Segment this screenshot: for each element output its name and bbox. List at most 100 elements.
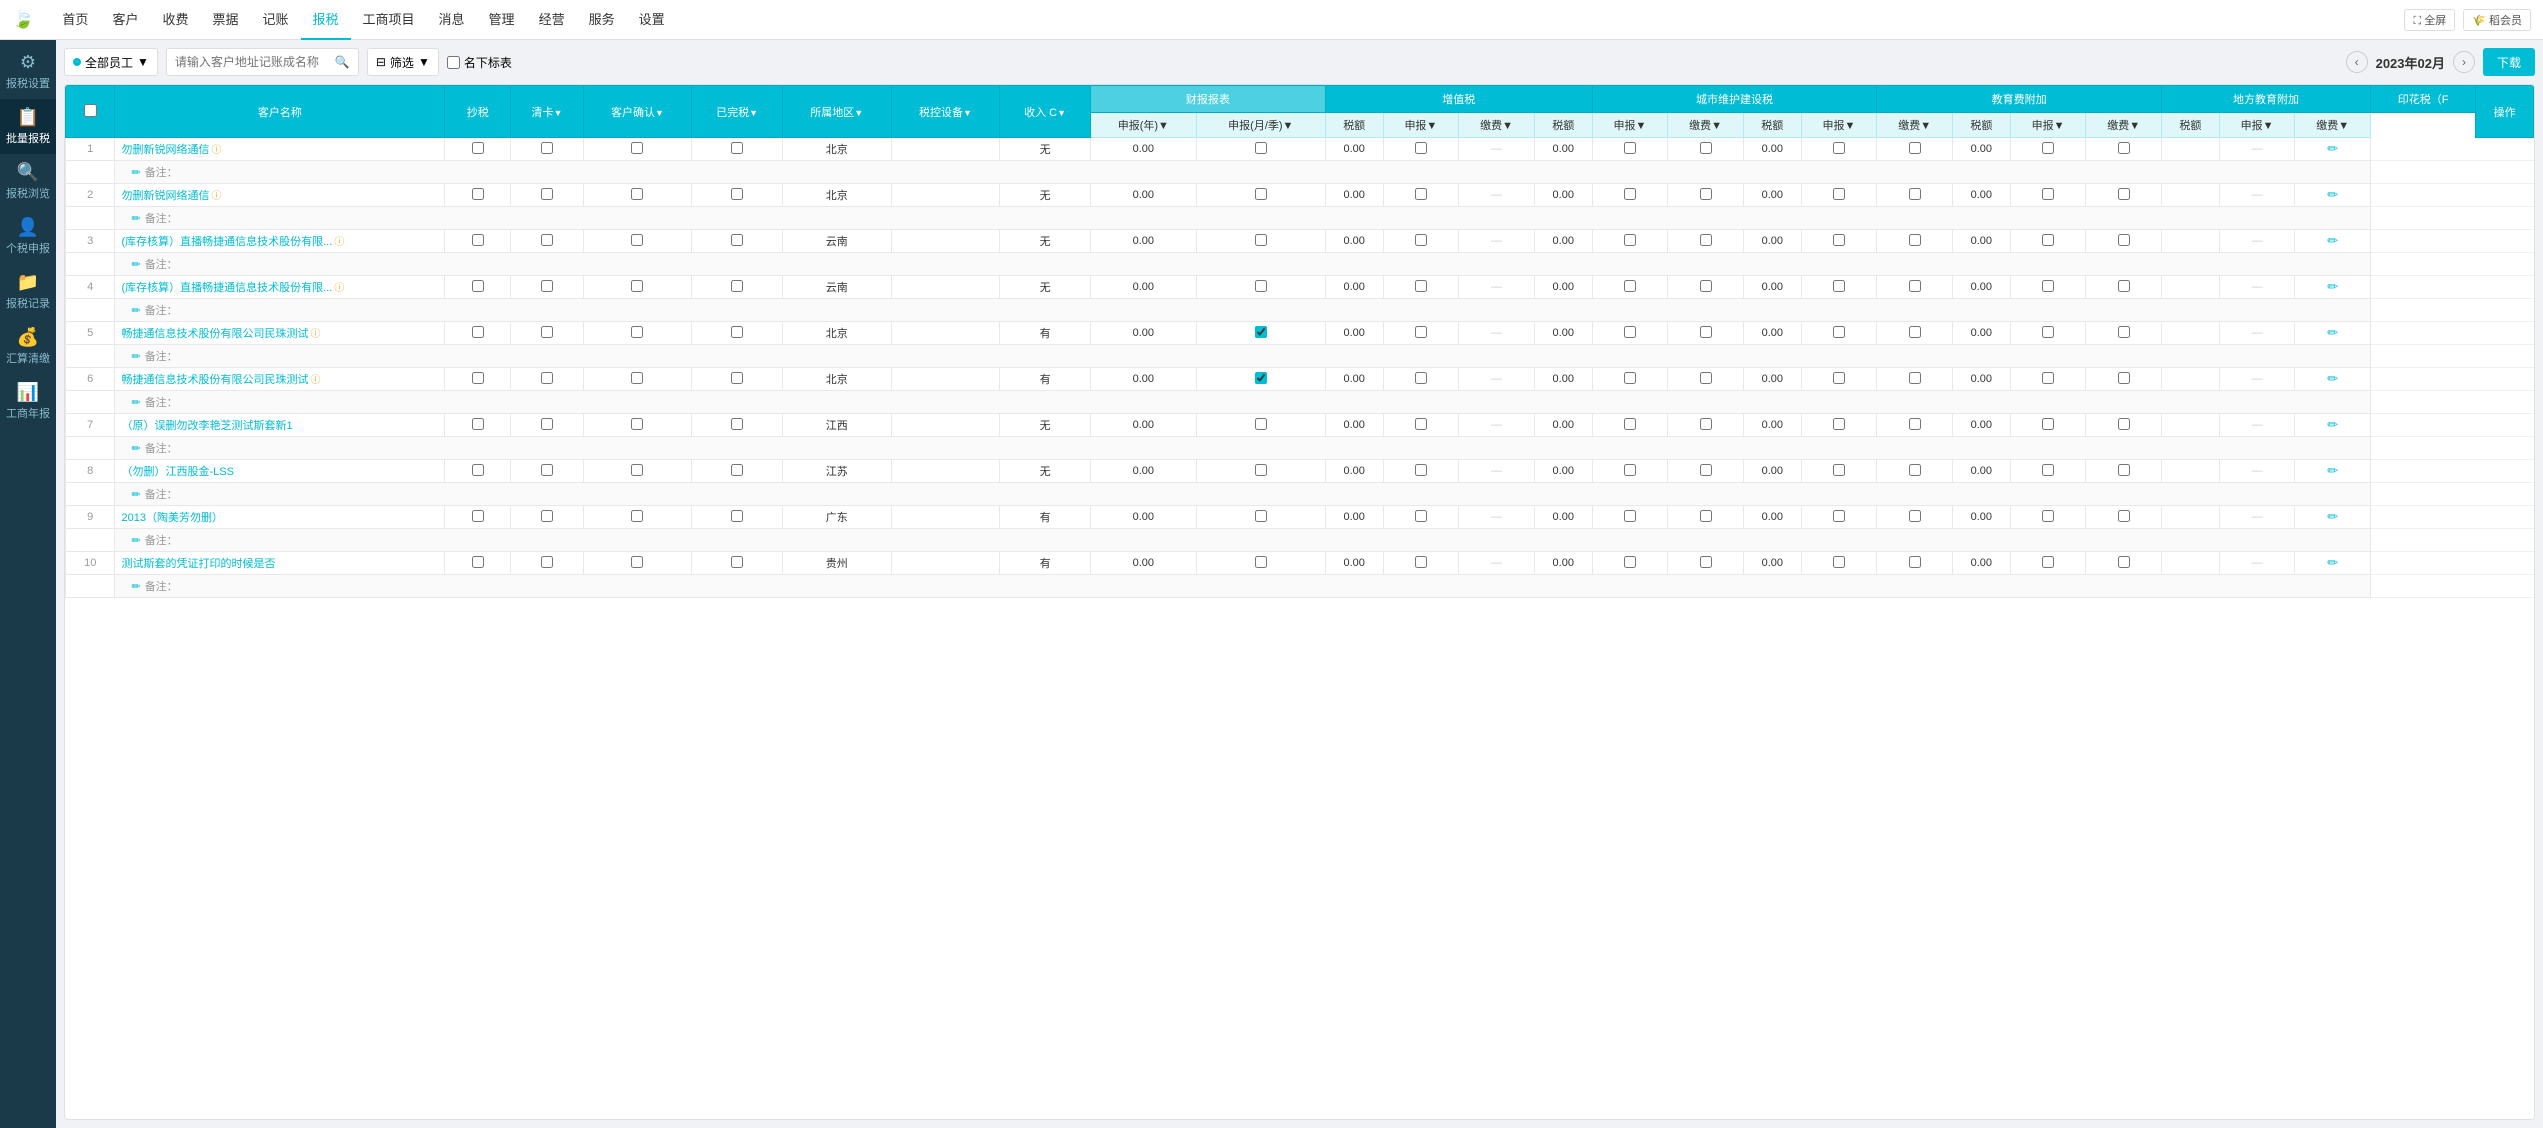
col-sub-stamp-pay[interactable]: 缴费▼	[2295, 113, 2371, 138]
operation-cell[interactable]: ✏	[2295, 276, 2371, 299]
confirm-cell[interactable]	[583, 230, 692, 253]
copy-tax-cell[interactable]	[445, 138, 511, 161]
operation-cell[interactable]: ✏	[2295, 552, 2371, 575]
city-declare-cell[interactable]	[1592, 138, 1668, 161]
col-sub-monthly[interactable]: 申报(月/季)▼	[1196, 113, 1325, 138]
nav-messages[interactable]: 消息	[427, 0, 477, 40]
edu-pay-cell[interactable]	[1877, 460, 1953, 483]
city-pay-cell[interactable]	[1668, 322, 1744, 345]
cbi-checkbox-cell[interactable]	[1196, 276, 1325, 299]
clear-card-cell[interactable]	[511, 368, 583, 391]
col-sub-vat-pay[interactable]: 缴费▼	[1459, 113, 1535, 138]
note-pencil-icon[interactable]: ✏	[131, 351, 140, 363]
nav-settings[interactable]: 设置	[627, 0, 677, 40]
copy-tax-cell[interactable]	[445, 184, 511, 207]
city-declare-cell[interactable]	[1592, 322, 1668, 345]
copy-tax-cell[interactable]	[445, 460, 511, 483]
sidebar-item-tax-browse[interactable]: 🔍 报税浏览	[0, 154, 56, 209]
confirm-cell[interactable]	[583, 460, 692, 483]
operation-cell[interactable]: ✏	[2295, 138, 2371, 161]
clear-card-cell[interactable]	[511, 322, 583, 345]
download-button[interactable]: 下载	[2483, 48, 2535, 76]
cbi-checkbox-cell[interactable]	[1196, 506, 1325, 529]
confirm-cell[interactable]	[583, 322, 692, 345]
prev-month-button[interactable]: ‹	[2346, 51, 2368, 73]
city-declare-cell[interactable]	[1592, 460, 1668, 483]
nav-management[interactable]: 管理	[477, 0, 527, 40]
local-declare-cell[interactable]	[2010, 368, 2086, 391]
clear-card-cell[interactable]	[511, 276, 583, 299]
copy-tax-cell[interactable]	[445, 368, 511, 391]
local-declare-cell[interactable]	[2010, 506, 2086, 529]
confirm-cell[interactable]	[583, 414, 692, 437]
sidebar-item-personal-tax[interactable]: 👤 个税申报	[0, 209, 56, 264]
note-pencil-icon[interactable]: ✏	[131, 443, 140, 455]
note-pencil-icon[interactable]: ✏	[131, 397, 140, 409]
sidebar-item-annual-report[interactable]: 📊 工商年报	[0, 374, 56, 429]
local-declare-cell[interactable]	[2010, 230, 2086, 253]
local-declare-cell[interactable]	[2010, 460, 2086, 483]
col-header-paid[interactable]: 已完税▼	[692, 86, 783, 138]
vat-declare-cell[interactable]	[1383, 322, 1459, 345]
edit-icon[interactable]: ✏	[2327, 417, 2338, 432]
paid-cell[interactable]	[692, 368, 783, 391]
client-name-cell[interactable]: 勿删新锐网络通信ⓘ	[115, 138, 445, 161]
client-name-cell[interactable]: 畅捷通信息技术股份有限公司民珠测试ⓘ	[115, 322, 445, 345]
marked-checkbox-label[interactable]: 名下标表	[447, 54, 512, 71]
city-pay-cell[interactable]	[1668, 414, 1744, 437]
edit-icon[interactable]: ✏	[2327, 509, 2338, 524]
note-pencil-icon[interactable]: ✏	[131, 535, 140, 547]
edu-declare-cell[interactable]	[1801, 368, 1877, 391]
sidebar-item-tax-settings[interactable]: ⚙ 报税设置	[0, 44, 56, 99]
vat-declare-cell[interactable]	[1383, 138, 1459, 161]
edit-icon[interactable]: ✏	[2327, 325, 2338, 340]
vat-declare-cell[interactable]	[1383, 552, 1459, 575]
client-name-cell[interactable]: （勿删）江西股金-LSS	[115, 460, 445, 483]
vat-declare-cell[interactable]	[1383, 184, 1459, 207]
clear-card-cell[interactable]	[511, 230, 583, 253]
edu-pay-cell[interactable]	[1877, 230, 1953, 253]
local-pay-cell[interactable]	[2086, 276, 2162, 299]
confirm-cell[interactable]	[583, 184, 692, 207]
nav-invoices[interactable]: 票据	[200, 0, 250, 40]
col-sub-local-pay[interactable]: 缴费▼	[2086, 113, 2162, 138]
paid-cell[interactable]	[692, 552, 783, 575]
col-header-device[interactable]: 税控设备▼	[891, 86, 1000, 138]
local-pay-cell[interactable]	[2086, 368, 2162, 391]
cbi-checkbox-cell[interactable]	[1196, 368, 1325, 391]
fullscreen-button[interactable]: ⛶ 全屏	[2404, 9, 2455, 31]
col-header-confirm[interactable]: 客户确认▼	[583, 86, 692, 138]
edu-declare-cell[interactable]	[1801, 322, 1877, 345]
paid-cell[interactable]	[692, 506, 783, 529]
client-name-cell[interactable]: 测试斯套的凭证打印的时候是否	[115, 552, 445, 575]
nav-bookkeeping[interactable]: 记账	[250, 0, 300, 40]
paid-cell[interactable]	[692, 230, 783, 253]
city-pay-cell[interactable]	[1668, 138, 1744, 161]
nav-operations[interactable]: 经营	[527, 0, 577, 40]
col-sub-vat-declare[interactable]: 申报▼	[1383, 113, 1459, 138]
edit-icon[interactable]: ✏	[2327, 555, 2338, 570]
confirm-cell[interactable]	[583, 368, 692, 391]
operation-cell[interactable]: ✏	[2295, 414, 2371, 437]
paid-cell[interactable]	[692, 322, 783, 345]
edu-declare-cell[interactable]	[1801, 230, 1877, 253]
copy-tax-cell[interactable]	[445, 276, 511, 299]
sidebar-item-tax-records[interactable]: 📁 报税记录	[0, 264, 56, 319]
vat-declare-cell[interactable]	[1383, 368, 1459, 391]
sidebar-item-settlement[interactable]: 💰 汇算清缴	[0, 319, 56, 374]
col-sub-edu-pay[interactable]: 缴费▼	[1877, 113, 1953, 138]
paid-cell[interactable]	[692, 138, 783, 161]
nav-clients[interactable]: 客户	[100, 0, 150, 40]
city-declare-cell[interactable]	[1592, 506, 1668, 529]
nav-tax[interactable]: 报税	[301, 0, 351, 40]
local-declare-cell[interactable]	[2010, 276, 2086, 299]
note-pencil-icon[interactable]: ✏	[131, 581, 140, 593]
cbi-checkbox-cell[interactable]	[1196, 138, 1325, 161]
city-pay-cell[interactable]	[1668, 368, 1744, 391]
edu-declare-cell[interactable]	[1801, 138, 1877, 161]
clear-card-cell[interactable]	[511, 460, 583, 483]
col-header-copy-tax[interactable]: 抄税	[445, 86, 511, 138]
operation-cell[interactable]: ✏	[2295, 322, 2371, 345]
local-declare-cell[interactable]	[2010, 552, 2086, 575]
note-pencil-icon[interactable]: ✏	[131, 489, 140, 501]
